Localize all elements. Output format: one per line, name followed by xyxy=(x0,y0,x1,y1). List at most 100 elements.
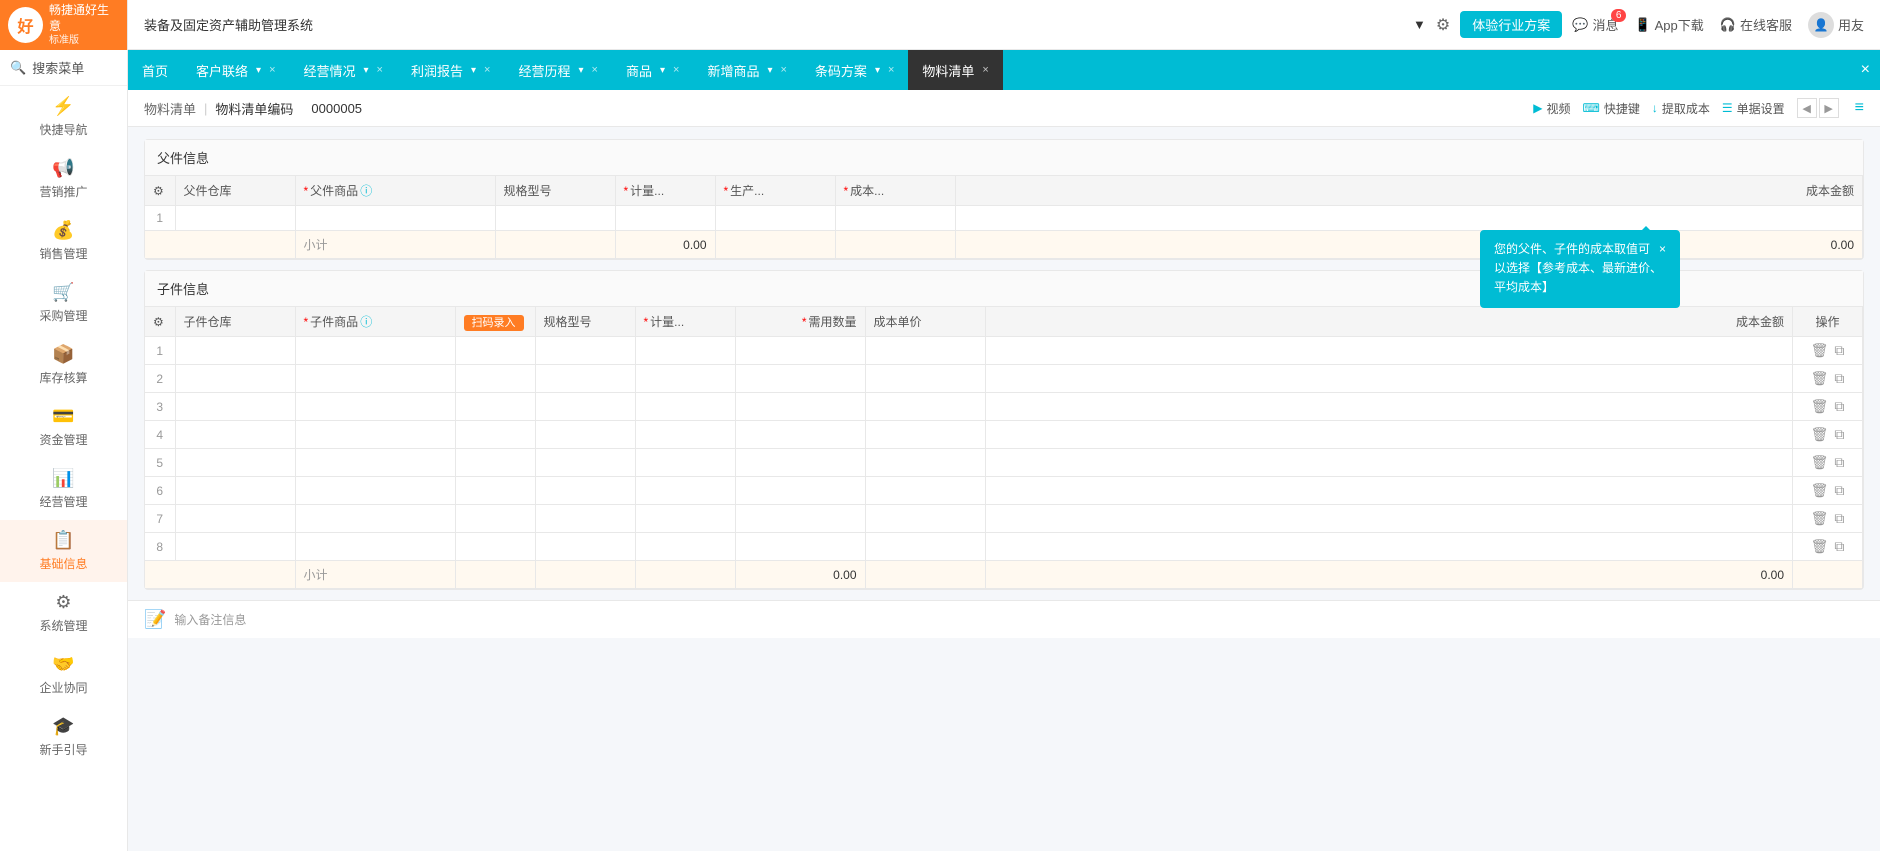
child-goods-cell[interactable] xyxy=(295,449,455,477)
search-menu[interactable]: 🔍 搜索菜单 xyxy=(0,50,127,86)
delete-row-button[interactable]: 🗑 xyxy=(1811,482,1829,499)
sidebar-item-finance[interactable]: 💳 资金管理 xyxy=(0,396,127,458)
online-service-item[interactable]: 🎧 在线客服 xyxy=(1720,15,1792,34)
copy-row-button[interactable]: ⧉ xyxy=(1834,482,1844,499)
child-cost-amount-cell[interactable] xyxy=(985,533,1793,561)
tab-biz-history-close[interactable]: × xyxy=(592,64,598,76)
delete-row-button[interactable]: 🗑 xyxy=(1811,342,1829,359)
user-item[interactable]: 👤 用友 xyxy=(1808,12,1864,38)
sidebar-item-inventory[interactable]: 📦 库存核算 xyxy=(0,334,127,396)
child-qty-cell[interactable] xyxy=(735,365,865,393)
tab-profit-close[interactable]: × xyxy=(484,64,490,76)
child-unit-cost-cell[interactable] xyxy=(865,337,985,365)
parent-unit-cell[interactable] xyxy=(615,206,715,231)
child-warehouse-cell[interactable] xyxy=(175,365,295,393)
message-item[interactable]: 💬 消息 6 xyxy=(1572,15,1618,34)
trial-button[interactable]: 体验行业方案 xyxy=(1460,11,1562,38)
breadcrumb-item[interactable]: 物料清单 xyxy=(144,99,196,118)
tab-customer[interactable]: 客户联络 ▾ × xyxy=(182,50,289,90)
delete-row-button[interactable]: 🗑 xyxy=(1811,398,1829,415)
topbar-dropdown[interactable]: ▼ xyxy=(1413,17,1426,32)
child-qty-cell[interactable] xyxy=(735,393,865,421)
tooltip-close-button[interactable]: × xyxy=(1659,240,1666,259)
tab-bom[interactable]: 物料清单 × xyxy=(908,50,1002,90)
tab-profit[interactable]: 利润报告 ▾ × xyxy=(397,50,504,90)
sidebar-item-enterprise[interactable]: 🤝 企业协同 xyxy=(0,644,127,706)
copy-row-button[interactable]: ⧉ xyxy=(1834,370,1844,387)
child-warehouse-cell[interactable] xyxy=(175,421,295,449)
child-unit-cell[interactable] xyxy=(635,337,735,365)
extract-cost-action[interactable]: ↓ 提取成本 xyxy=(1652,100,1710,117)
tab-barcode[interactable]: 条码方案 ▾ × xyxy=(801,50,908,90)
child-unit-cell[interactable] xyxy=(635,393,735,421)
tab-add-goods-close[interactable]: × xyxy=(780,64,786,76)
child-cost-amount-cell[interactable] xyxy=(985,337,1793,365)
child-qty-cell[interactable] xyxy=(735,449,865,477)
sidebar-item-operations[interactable]: 📊 经营管理 xyxy=(0,458,127,520)
child-warehouse-cell[interactable] xyxy=(175,505,295,533)
child-unit-cell[interactable] xyxy=(635,449,735,477)
video-action[interactable]: ▶ 视频 xyxy=(1533,100,1570,117)
prev-record-button[interactable]: ◀ xyxy=(1797,98,1817,118)
child-spec-cell[interactable] xyxy=(535,477,635,505)
child-warehouse-cell[interactable] xyxy=(175,533,295,561)
child-goods-cell[interactable] xyxy=(295,393,455,421)
child-cost-amount-cell[interactable] xyxy=(985,393,1793,421)
child-goods-info-icon[interactable]: ⓘ xyxy=(360,315,372,329)
th-child-settings[interactable]: ⚙ xyxy=(145,307,175,337)
list-view-button[interactable]: ≡ xyxy=(1855,99,1864,117)
copy-row-button[interactable]: ⧉ xyxy=(1834,538,1844,555)
sidebar-item-quick-nav[interactable]: ⚡ 快捷导航 xyxy=(0,86,127,148)
child-spec-cell[interactable] xyxy=(535,393,635,421)
child-goods-cell[interactable] xyxy=(295,505,455,533)
child-unit-cell[interactable] xyxy=(635,365,735,393)
tab-barcode-close[interactable]: × xyxy=(888,64,894,76)
sidebar-item-system[interactable]: ⚙ 系统管理 xyxy=(0,582,127,644)
child-unit-cost-cell[interactable] xyxy=(865,505,985,533)
single-settings-action[interactable]: ☰ 单据设置 xyxy=(1722,100,1785,117)
shortcut-action[interactable]: ⌨ 快捷键 xyxy=(1583,100,1640,117)
child-qty-cell[interactable] xyxy=(735,421,865,449)
child-unit-cell[interactable] xyxy=(635,505,735,533)
child-unit-cell[interactable] xyxy=(635,533,735,561)
parent-produce-cell[interactable] xyxy=(715,206,835,231)
child-goods-cell[interactable] xyxy=(295,421,455,449)
topbar-settings-icon[interactable]: ⚙ xyxy=(1436,15,1450,35)
child-goods-cell[interactable] xyxy=(295,533,455,561)
copy-row-button[interactable]: ⧉ xyxy=(1834,342,1844,359)
child-unit-cell[interactable] xyxy=(635,421,735,449)
scan-input-button[interactable]: 扫码录入 xyxy=(464,315,524,331)
child-qty-cell[interactable] xyxy=(735,505,865,533)
parent-goods-info-icon[interactable]: ⓘ xyxy=(360,184,372,198)
child-qty-cell[interactable] xyxy=(735,533,865,561)
child-unit-cost-cell[interactable] xyxy=(865,365,985,393)
child-unit-cost-cell[interactable] xyxy=(865,421,985,449)
copy-row-button[interactable]: ⧉ xyxy=(1834,426,1844,443)
child-warehouse-cell[interactable] xyxy=(175,449,295,477)
th-parent-settings[interactable]: ⚙ xyxy=(145,176,175,206)
copy-row-button[interactable]: ⧉ xyxy=(1834,454,1844,471)
delete-row-button[interactable]: 🗑 xyxy=(1811,454,1829,471)
child-warehouse-cell[interactable] xyxy=(175,393,295,421)
sidebar-item-basic-info[interactable]: 📋 基础信息 xyxy=(0,520,127,582)
parent-spec-cell[interactable] xyxy=(495,206,615,231)
tab-biz-history[interactable]: 经营历程 ▾ × xyxy=(504,50,611,90)
sidebar-item-guide[interactable]: 🎓 新手引导 xyxy=(0,706,127,768)
parent-cost-cell[interactable] xyxy=(835,206,955,231)
copy-row-button[interactable]: ⧉ xyxy=(1834,398,1844,415)
next-record-button[interactable]: ▶ xyxy=(1819,98,1839,118)
sidebar-item-purchase[interactable]: 🛒 采购管理 xyxy=(0,272,127,334)
child-unit-cost-cell[interactable] xyxy=(865,533,985,561)
tab-ops-status-close[interactable]: × xyxy=(377,64,383,76)
child-cost-amount-cell[interactable] xyxy=(985,505,1793,533)
child-warehouse-cell[interactable] xyxy=(175,477,295,505)
child-goods-cell[interactable] xyxy=(295,365,455,393)
tab-bom-close[interactable]: × xyxy=(982,64,988,76)
parent-warehouse-cell[interactable] xyxy=(175,206,295,231)
tab-goods-close[interactable]: × xyxy=(673,64,679,76)
child-qty-cell[interactable] xyxy=(735,477,865,505)
child-goods-cell[interactable] xyxy=(295,477,455,505)
copy-row-button[interactable]: ⧉ xyxy=(1834,510,1844,527)
child-spec-cell[interactable] xyxy=(535,505,635,533)
child-spec-cell[interactable] xyxy=(535,533,635,561)
